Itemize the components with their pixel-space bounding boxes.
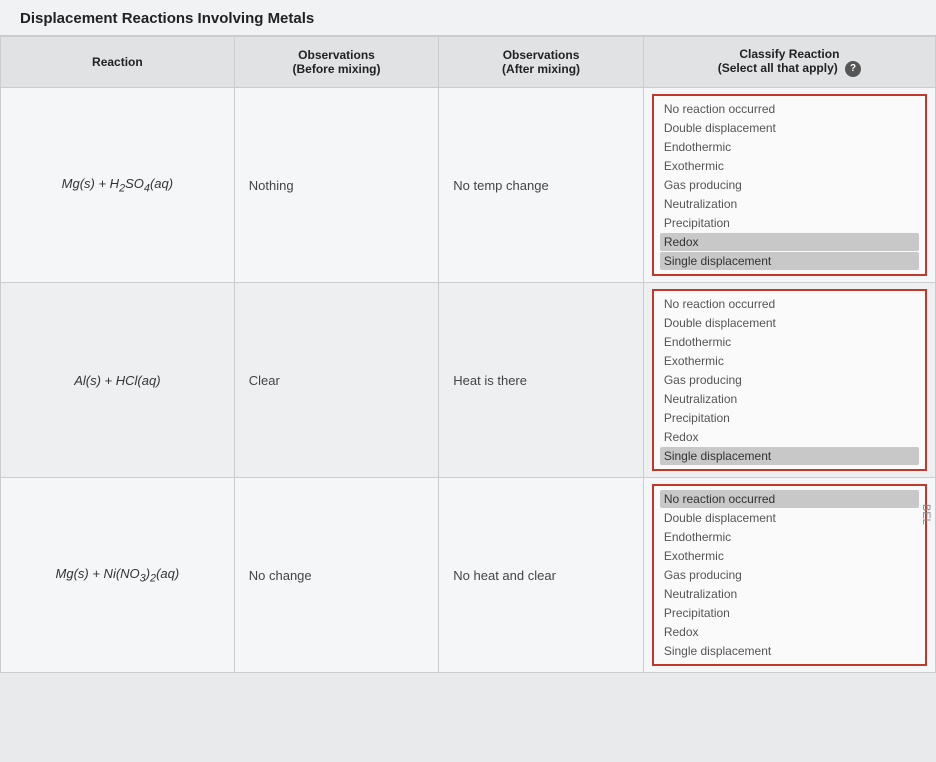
col-header-obs-after: Observations (After mixing): [439, 37, 644, 88]
table-body: Mg(s) + H2SO4(aq)NothingNo temp changeNo…: [1, 88, 936, 673]
reaction-cell-1: Al(s) + HCl(aq): [1, 283, 235, 478]
classify-option[interactable]: Neutralization: [660, 390, 919, 408]
classify-option[interactable]: Exothermic: [660, 352, 919, 370]
table-row: Al(s) + HCl(aq)ClearHeat is thereNo reac…: [1, 283, 936, 478]
classify-option[interactable]: Gas producing: [660, 176, 919, 194]
classify-option[interactable]: Single displacement: [660, 252, 919, 270]
col-header-classify: Classify Reaction (Select all that apply…: [643, 37, 935, 88]
classify-option[interactable]: Exothermic: [660, 547, 919, 565]
classify-option[interactable]: Precipitation: [660, 214, 919, 232]
classify-option[interactable]: Endothermic: [660, 138, 919, 156]
classify-option[interactable]: No reaction occurred: [660, 295, 919, 313]
table-row: Mg(s) + H2SO4(aq)NothingNo temp changeNo…: [1, 88, 936, 283]
page-title: Displacement Reactions Involving Metals: [0, 0, 936, 36]
classify-option[interactable]: Gas producing: [660, 371, 919, 389]
classify-option[interactable]: Double displacement: [660, 119, 919, 137]
classify-option[interactable]: Neutralization: [660, 585, 919, 603]
col-header-obs-before: Observations (Before mixing): [234, 37, 439, 88]
reaction-cell-2: Mg(s) + Ni(NO3)2(aq): [1, 478, 235, 673]
obs-after-cell-1: Heat is there: [439, 283, 644, 478]
classify-option[interactable]: Single displacement: [660, 642, 919, 660]
classify-box-1: No reaction occurredDouble displacementE…: [652, 289, 927, 471]
classify-option[interactable]: Endothermic: [660, 528, 919, 546]
classify-option[interactable]: Redox: [660, 623, 919, 641]
label-bel: BEL: [916, 500, 936, 529]
classify-option[interactable]: Double displacement: [660, 509, 919, 527]
classify-box-2: No reaction occurredDouble displacementE…: [652, 484, 927, 666]
classify-option[interactable]: No reaction occurred: [660, 490, 919, 508]
help-icon[interactable]: ?: [845, 61, 861, 77]
table-wrapper: Displacement Reactions Involving Metals …: [0, 0, 936, 673]
obs-before-cell-0: Nothing: [234, 88, 439, 283]
classify-option[interactable]: Precipitation: [660, 409, 919, 427]
classify-box-0: No reaction occurredDouble displacementE…: [652, 94, 927, 276]
classify-option[interactable]: Redox: [660, 428, 919, 446]
classify-option[interactable]: Exothermic: [660, 157, 919, 175]
obs-after-cell-0: No temp change: [439, 88, 644, 283]
classify-option[interactable]: Single displacement: [660, 447, 919, 465]
reaction-cell-0: Mg(s) + H2SO4(aq): [1, 88, 235, 283]
classify-option[interactable]: Neutralization: [660, 195, 919, 213]
obs-before-cell-1: Clear: [234, 283, 439, 478]
classify-cell-1: No reaction occurredDouble displacementE…: [643, 283, 935, 478]
classify-option[interactable]: Double displacement: [660, 314, 919, 332]
page-container: Displacement Reactions Involving Metals …: [0, 0, 936, 762]
classify-cell-0: No reaction occurredDouble displacementE…: [643, 88, 935, 283]
table-header-row: Reaction Observations (Before mixing) Ob…: [1, 37, 936, 88]
table-row: Mg(s) + Ni(NO3)2(aq)No changeNo heat and…: [1, 478, 936, 673]
classify-option[interactable]: Redox: [660, 233, 919, 251]
classify-option[interactable]: Gas producing: [660, 566, 919, 584]
col-header-reaction: Reaction: [1, 37, 235, 88]
reactions-table: Reaction Observations (Before mixing) Ob…: [0, 36, 936, 673]
obs-after-cell-2: No heat and clear: [439, 478, 644, 673]
classify-option[interactable]: Endothermic: [660, 333, 919, 351]
classify-option[interactable]: No reaction occurred: [660, 100, 919, 118]
classify-cell-2: No reaction occurredDouble displacementE…: [643, 478, 935, 673]
classify-option[interactable]: Precipitation: [660, 604, 919, 622]
obs-before-cell-2: No change: [234, 478, 439, 673]
